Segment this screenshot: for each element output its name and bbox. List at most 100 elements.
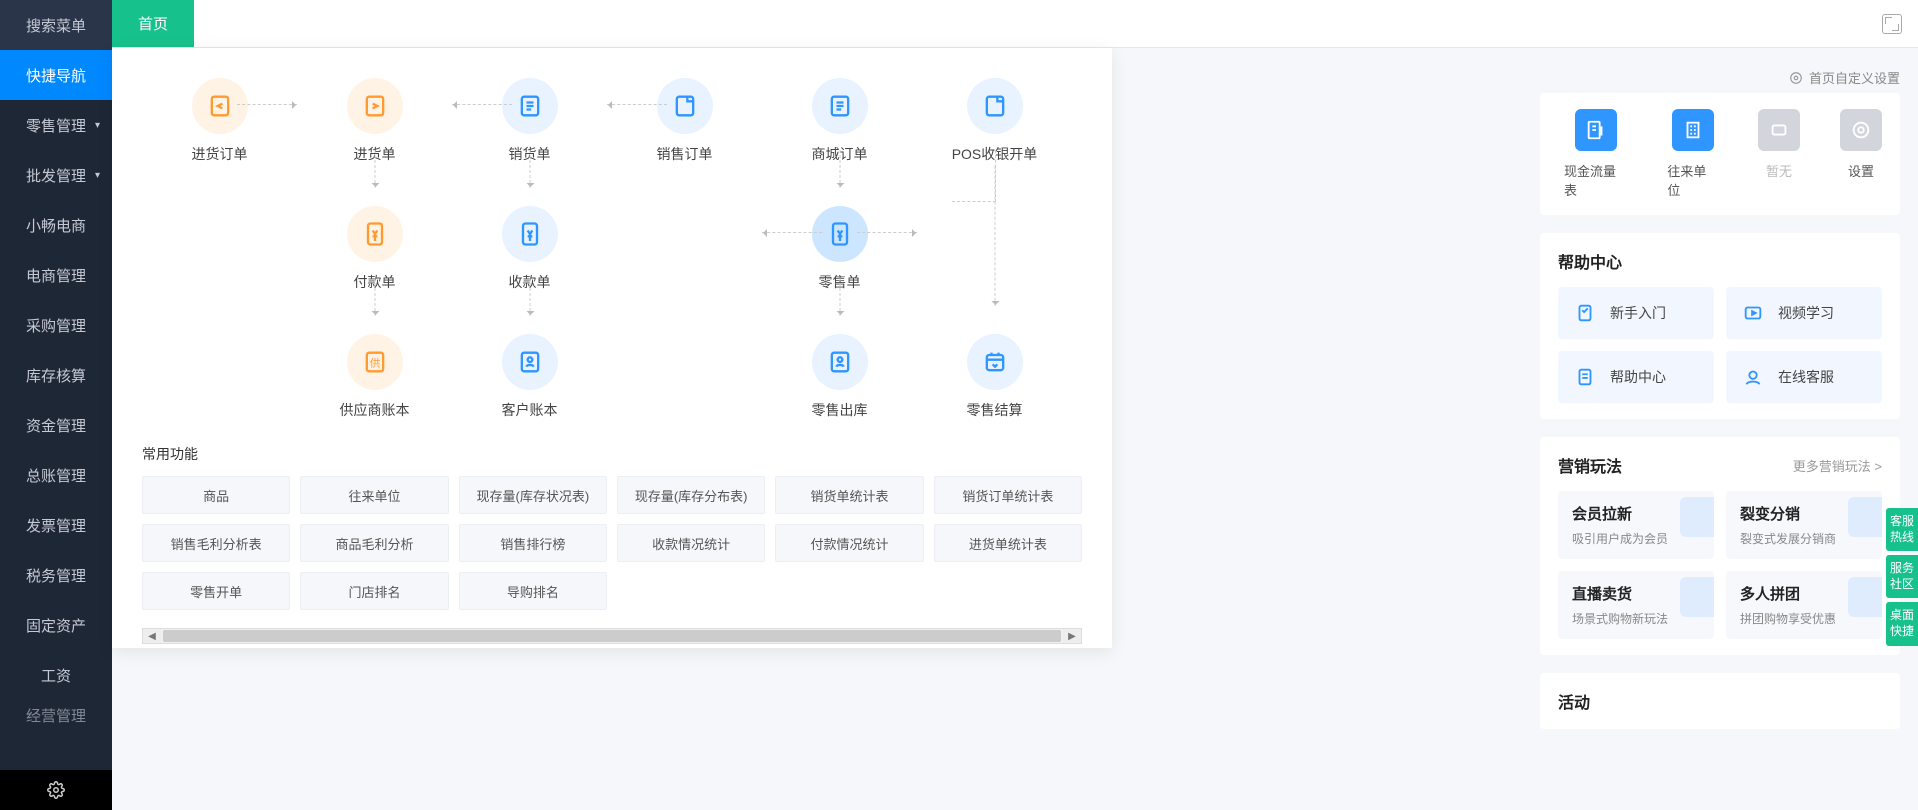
sidebar-item-label: 电商管理 [26, 265, 86, 286]
chevron-down-icon: ▾ [95, 120, 100, 131]
tile-empty[interactable]: 暂无 [1758, 109, 1800, 199]
sidebar-item-funds[interactable]: 资金管理 [0, 400, 112, 450]
marketing-title: 营销玩法 [1558, 453, 1622, 477]
headset-icon [1742, 366, 1764, 388]
play-icon [1742, 302, 1764, 324]
help-center[interactable]: 帮助中心 [1558, 351, 1714, 403]
doc-icon [1574, 366, 1596, 388]
chevron-down-icon: ▾ [95, 170, 100, 181]
common-btn[interactable]: 导购排名 [459, 572, 607, 610]
sidebar-item-salary[interactable]: 工资 [0, 650, 112, 700]
sidebar-item-xiaochang[interactable]: 小畅电商 [0, 200, 112, 250]
sidebar-item-operations[interactable]: 经营管理 [0, 700, 112, 730]
sidebar-item-label: 工资 [41, 665, 71, 686]
scroll-right-icon[interactable]: ▶ [1063, 629, 1081, 643]
sidebar-item-ledger[interactable]: 总账管理 [0, 450, 112, 500]
custom-dashboard-label: 首页自定义设置 [1809, 68, 1900, 87]
float-community[interactable]: 服务 社区 [1886, 555, 1918, 598]
svg-text:供: 供 [369, 357, 380, 370]
sidebar-settings[interactable] [0, 770, 112, 810]
sidebar-item-label: 快捷导航 [26, 65, 86, 86]
mkt-item[interactable]: 多人拼团拼团购物享受优惠 [1726, 571, 1882, 639]
help-support[interactable]: 在线客服 [1726, 351, 1882, 403]
tile-cashflow[interactable]: 现金流量表 [1564, 109, 1627, 199]
sidebar-item-tax[interactable]: 税务管理 [0, 550, 112, 600]
flow-node-purchase-order[interactable]: 进货订单 [142, 78, 297, 164]
flow-node-retail-out[interactable]: 零售出库 [762, 334, 917, 420]
arrow-down-icon [994, 166, 995, 306]
common-btn[interactable]: 商品毛利分析 [300, 524, 448, 562]
common-btn[interactable]: 零售开单 [142, 572, 290, 610]
flow-label: 零售结算 [967, 400, 1023, 420]
sidebar-item-label: 库存核算 [26, 365, 86, 386]
flow-node-retail-settle[interactable]: 零售结算 [917, 334, 1072, 420]
tile-label: 往来单位 [1667, 161, 1718, 199]
sidebar-item-label: 采购管理 [26, 315, 86, 336]
sidebar-search[interactable]: 搜索菜单 [0, 0, 112, 50]
float-hotline[interactable]: 客服 热线 [1886, 508, 1918, 551]
flow-node-supplier-ledger[interactable]: 供 供应商账本 [297, 334, 452, 420]
sidebar-item-ecommerce[interactable]: 电商管理 [0, 250, 112, 300]
help-video[interactable]: 视频学习 [1726, 287, 1882, 339]
tab-bar: 首页 [112, 0, 1918, 48]
marketing-more-link[interactable]: 更多营销玩法 > [1793, 456, 1882, 475]
flow-node-sales-bill[interactable]: 销货单 [452, 78, 607, 164]
fullscreen-icon[interactable] [1882, 14, 1902, 34]
mkt-item[interactable]: 会员拉新吸引用户成为会员 [1558, 491, 1714, 559]
gear-icon [47, 781, 65, 799]
marketing-card: 营销玩法 更多营销玩法 > 会员拉新吸引用户成为会员 裂变分销裂变式发展分销商 … [1540, 437, 1900, 655]
common-btn[interactable]: 收款情况统计 [617, 524, 765, 562]
mkt-item[interactable]: 直播卖货场景式购物新玩法 [1558, 571, 1714, 639]
common-btn[interactable]: 进货单统计表 [934, 524, 1082, 562]
tile-contacts[interactable]: 往来单位 [1667, 109, 1718, 199]
flow-label: 客户账本 [502, 400, 558, 420]
scroll-left-icon[interactable]: ◀ [143, 629, 161, 643]
common-btn[interactable]: 门店排名 [300, 572, 448, 610]
quicknav-flyout: 进货订单 进货单 销货单 [112, 48, 1112, 648]
tile-label: 现金流量表 [1564, 161, 1627, 199]
flow-label: POS收银开单 [952, 144, 1038, 164]
sidebar-item-retail[interactable]: 零售管理▾ [0, 100, 112, 150]
sidebar-item-quicknav[interactable]: 快捷导航 [0, 50, 112, 100]
sidebar-item-wholesale[interactable]: 批发管理▾ [0, 150, 112, 200]
common-btn[interactable]: 付款情况统计 [775, 524, 923, 562]
flow-node-receipt[interactable]: 收款单 [452, 206, 607, 292]
float-shortcut[interactable]: 桌面 快捷 [1886, 602, 1918, 645]
outbound-icon [826, 348, 854, 376]
sidebar-item-purchase[interactable]: 采购管理 [0, 300, 112, 350]
common-btn[interactable]: 现存量(库存分布表) [617, 476, 765, 514]
flow-node-purchase-bill[interactable]: 进货单 [297, 78, 452, 164]
yen-icon [361, 220, 389, 248]
flow-label: 收款单 [509, 272, 551, 292]
common-btn[interactable]: 现存量(库存状况表) [459, 476, 607, 514]
flow-node-payment[interactable]: 付款单 [297, 206, 452, 292]
common-btn[interactable]: 往来单位 [300, 476, 448, 514]
custom-dashboard-link[interactable]: 首页自定义设置 [1540, 68, 1900, 87]
sidebar-item-invoice[interactable]: 发票管理 [0, 500, 112, 550]
sidebar-item-inventory[interactable]: 库存核算 [0, 350, 112, 400]
tile-settings[interactable]: 设置 [1840, 109, 1882, 199]
customer-icon [516, 348, 544, 376]
doc-in-icon [206, 92, 234, 120]
tab-home[interactable]: 首页 [112, 0, 194, 47]
common-btn[interactable]: 销货单统计表 [775, 476, 923, 514]
flow-node-mall-order[interactable]: 商城订单 [762, 78, 917, 164]
common-btn[interactable]: 商品 [142, 476, 290, 514]
common-btn[interactable]: 销售毛利分析表 [142, 524, 290, 562]
gear-icon [1850, 119, 1872, 141]
flow-node-pos[interactable]: POS收银开单 [917, 78, 1072, 164]
mkt-item[interactable]: 裂变分销裂变式发展分销商 [1726, 491, 1882, 559]
help-newbie[interactable]: 新手入门 [1558, 287, 1714, 339]
flow-node-sales-order[interactable]: 销售订单 [607, 78, 762, 164]
help-title: 帮助中心 [1558, 249, 1622, 273]
sidebar-item-assets[interactable]: 固定资产 [0, 600, 112, 650]
common-btn[interactable]: 销货订单统计表 [934, 476, 1082, 514]
flow-node-customer-ledger[interactable]: 客户账本 [452, 334, 607, 420]
yen-icon [826, 220, 854, 248]
flow-label: 付款单 [354, 272, 396, 292]
common-btn[interactable]: 销售排行榜 [459, 524, 607, 562]
sidebar-item-label: 经营管理 [26, 705, 86, 726]
horizontal-scrollbar[interactable]: ◀ ▶ [142, 628, 1082, 644]
scroll-thumb[interactable] [163, 630, 1061, 642]
flow-node-retail-bill[interactable]: 零售单 [762, 206, 917, 292]
